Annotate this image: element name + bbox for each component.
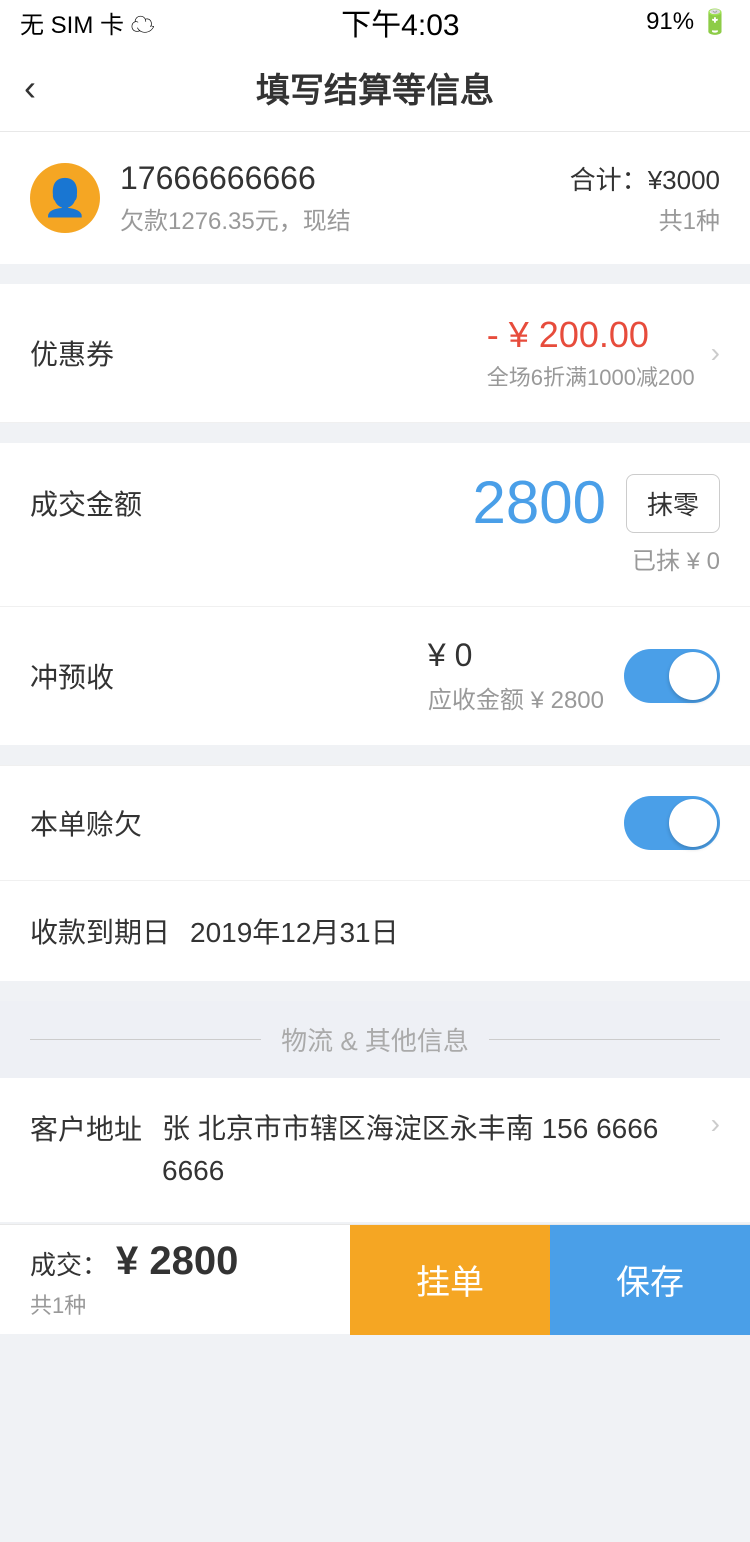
coupon-label: 优惠券	[30, 333, 114, 373]
nav-bar: ‹ 填写结算等信息	[0, 44, 750, 132]
coupon-chevron-icon: ›	[711, 337, 720, 369]
debt-section: 本单赊欠	[0, 765, 750, 880]
battery-level: 91%	[646, 8, 694, 36]
status-left: 无 SIM 卡 ☁	[20, 5, 155, 40]
status-bar: 无 SIM 卡 ☁ 下午4:03 91% 🔋	[0, 0, 750, 44]
deal-amount-label: 成交金额	[30, 483, 142, 523]
precollect-label: 冲预收	[30, 656, 114, 696]
logistics-line-right	[489, 1039, 720, 1040]
deal-amount-row: 成交金额 2800 抹零	[30, 473, 720, 533]
precollect-toggle[interactable]	[624, 649, 720, 703]
customer-subtext: 欠款1276.35元，现结	[120, 201, 351, 236]
logistics-line-left	[30, 1039, 261, 1040]
coupon-right: - ¥ 200.00 全场6折满1000减200 ›	[487, 314, 720, 392]
avatar: 👤	[30, 163, 100, 233]
address-value: 张 北京市市辖区海淀区永丰南 156 6666 6666	[162, 1108, 691, 1192]
coupon-desc: 全场6折满1000减200	[487, 360, 695, 392]
back-button[interactable]: ‹	[24, 67, 36, 109]
customer-phone: 17666666666	[120, 160, 351, 197]
bottom-count: 共1种	[30, 1288, 320, 1320]
bottom-bar: 成交： ¥ 2800 共1种 挂单 保存	[0, 1224, 750, 1334]
precollect-right: ¥ 0 应收金额 ¥ 2800	[428, 637, 720, 715]
due-date-label: 收款到期日	[30, 911, 170, 951]
deal-amount-section: 成交金额 2800 抹零 已抹 ¥ 0	[0, 443, 750, 606]
divider-1	[0, 264, 750, 284]
due-date-section: 收款到期日 2019年12月31日	[0, 880, 750, 981]
divider-2	[0, 423, 750, 443]
sim-status: 无 SIM 卡 ☁	[20, 5, 155, 40]
precollect-sub: 应收金额 ¥ 2800	[428, 680, 604, 715]
due-date-value: 2019年12月31日	[190, 911, 399, 951]
deal-amount-right: 2800 抹零	[473, 473, 721, 533]
address-section[interactable]: 客户地址 张 北京市市辖区海淀区永丰南 156 6666 6666 ›	[0, 1078, 750, 1222]
precollect-amount: ¥ 0	[428, 637, 604, 674]
precollect-row: 冲预收 ¥ 0 应收金额 ¥ 2800	[30, 637, 720, 715]
avatar-icon: 👤	[43, 177, 88, 219]
round-button[interactable]: 抹零	[626, 474, 720, 533]
customer-right: 合计：¥3000 共1种	[570, 160, 720, 236]
hang-button[interactable]: 挂单	[350, 1225, 550, 1335]
customer-left: 👤 17666666666 欠款1276.35元，现结	[30, 160, 351, 236]
toggle-knob	[669, 652, 717, 700]
bottom-deal-label: 成交：	[30, 1245, 108, 1282]
total-label: 合计：¥3000	[570, 160, 720, 197]
total-value: ¥3000	[648, 165, 720, 195]
deal-sub: 已抹 ¥ 0	[30, 541, 720, 576]
precollect-section: 冲预收 ¥ 0 应收金额 ¥ 2800	[0, 606, 750, 745]
page-title: 填写结算等信息	[256, 63, 494, 112]
logistics-label: 物流 & 其他信息	[281, 1021, 469, 1058]
save-button[interactable]: 保存	[550, 1225, 750, 1335]
address-label: 客户地址	[30, 1108, 142, 1148]
debt-toggle[interactable]	[624, 796, 720, 850]
battery-icon: 🔋	[700, 8, 730, 37]
status-time: 下午4:03	[341, 0, 459, 44]
bottom-deal: 成交： ¥ 2800	[30, 1239, 320, 1284]
customer-info: 17666666666 欠款1276.35元，现结	[120, 160, 351, 236]
address-chevron-icon: ›	[711, 1108, 720, 1140]
coupon-row[interactable]: 优惠券 - ¥ 200.00 全场6折满1000减200 ›	[0, 284, 750, 423]
bottom-deal-amount: ¥ 2800	[116, 1239, 238, 1284]
logistics-divider: 物流 & 其他信息	[0, 1001, 750, 1078]
deal-amount-value: 2800	[473, 473, 606, 533]
customer-card: 👤 17666666666 欠款1276.35元，现结 合计：¥3000 共1种	[0, 132, 750, 264]
status-right: 91% 🔋	[646, 8, 730, 37]
coupon-amount: - ¥ 200.00	[487, 314, 695, 356]
debt-label: 本单赊欠	[30, 803, 142, 843]
customer-count: 共1种	[570, 201, 720, 236]
divider-3	[0, 745, 750, 765]
debt-toggle-knob	[669, 799, 717, 847]
divider-4	[0, 981, 750, 1001]
bottom-info: 成交： ¥ 2800 共1种	[0, 1239, 350, 1320]
